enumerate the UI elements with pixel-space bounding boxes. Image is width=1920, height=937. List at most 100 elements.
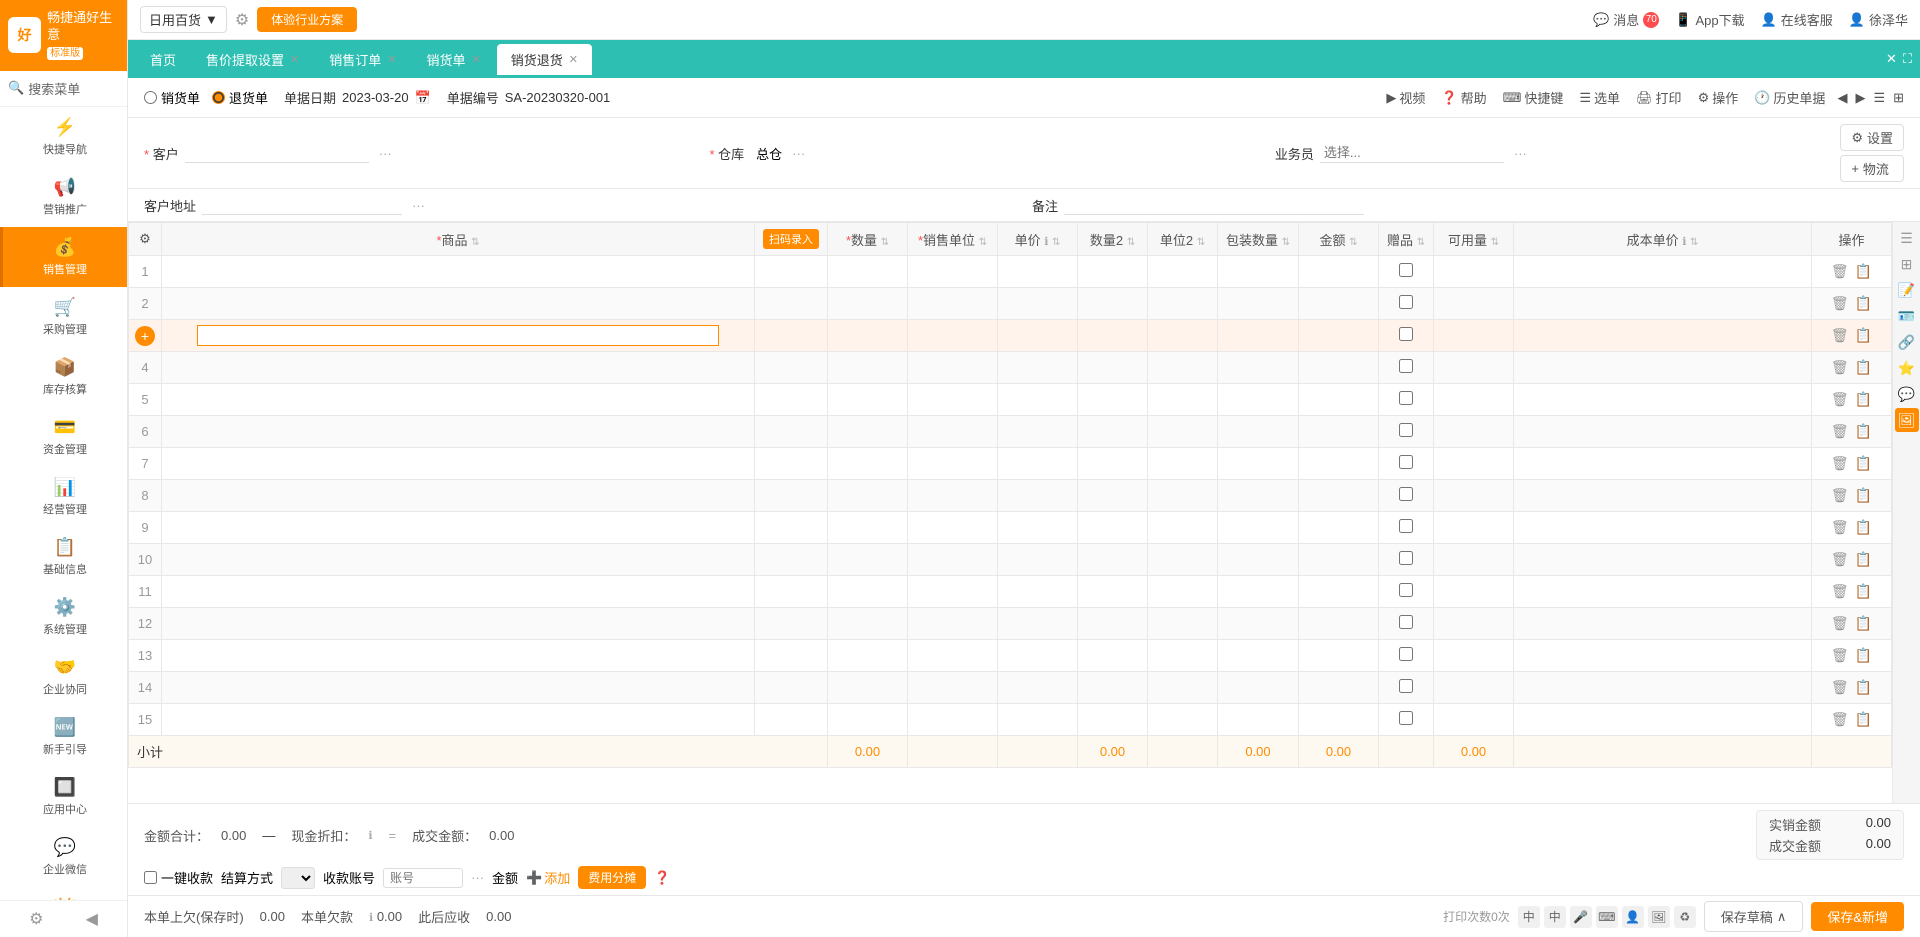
delete-icon-11[interactable]: 🗑 [1831, 583, 1849, 600]
radio-return[interactable]: 退货单 [212, 88, 268, 107]
gift-checkbox-15[interactable] [1399, 711, 1413, 725]
remark-input[interactable] [1064, 195, 1364, 215]
gift-checkbox-7[interactable] [1399, 455, 1413, 469]
select-btn[interactable]: ☰ 选单 [1575, 86, 1624, 109]
settings-side-btn[interactable]: ⚙ 设置 [1840, 124, 1904, 151]
view-list-icon[interactable]: ☰ [1873, 90, 1885, 106]
right-panel-id-icon[interactable]: 🪪 [1895, 304, 1919, 328]
tab-window-close-icon[interactable]: ✕ [1886, 51, 1897, 67]
video-btn[interactable]: ▶ 视频 [1382, 86, 1429, 109]
gift-checkbox-11[interactable] [1399, 583, 1413, 597]
toolbar-icon-4[interactable]: ⌨ [1596, 906, 1618, 928]
delete-icon-4[interactable]: 🗑 [1831, 359, 1849, 376]
account-dots-btn[interactable]: ··· [471, 870, 484, 885]
experience-btn[interactable]: 体验行业方案 [257, 7, 357, 32]
industry-selector[interactable]: 日用百货 ▼ [140, 6, 227, 33]
history-btn[interactable]: 🕐 历史单据 [1750, 86, 1829, 109]
col-qty2-sort[interactable]: ⇅ [1127, 237, 1135, 248]
warehouse-dots-btn[interactable]: ··· [792, 146, 805, 161]
fee-split-help-icon[interactable]: ❓ [654, 870, 670, 886]
copy-icon-10[interactable]: 📋 [1855, 551, 1872, 568]
sidebar-item-member[interactable]: 👑 畅会员 [0, 887, 127, 900]
delete-icon-8[interactable]: 🗑 [1831, 487, 1849, 504]
address-dots-btn[interactable]: ··· [412, 198, 425, 213]
sidebar-item-basic-info[interactable]: 📋 基础信息 [0, 527, 127, 587]
one-key-cashier-checkbox[interactable] [144, 871, 157, 884]
copy-icon-3[interactable]: 📋 [1855, 327, 1872, 344]
sidebar-item-operations[interactable]: 📊 经营管理 [0, 467, 127, 527]
tab-sales[interactable]: 销货单 ✕ [412, 44, 494, 75]
right-panel-grid-icon[interactable]: ⊞ [1895, 252, 1919, 276]
search-menu-item[interactable]: 🔍 搜索菜单 [0, 71, 127, 107]
sidebar-item-wechat[interactable]: 💬 企业微信 [0, 827, 127, 887]
col-quantity-sort[interactable]: ⇅ [881, 237, 889, 248]
tab-sales-return[interactable]: 销货退货 ✕ [497, 44, 592, 75]
unit-price-info-icon[interactable]: ℹ [1044, 236, 1048, 248]
copy-icon-1[interactable]: 📋 [1855, 263, 1872, 280]
online-service-item[interactable]: 👤 在线客服 [1761, 10, 1833, 29]
sidebar-settings-btn[interactable]: ⚙ [29, 909, 43, 929]
help-btn[interactable]: ❓ 帮助 [1437, 86, 1490, 109]
delete-icon-1[interactable]: 🗑 [1831, 263, 1849, 280]
sidebar-item-guide[interactable]: 🆕 新手引导 [0, 707, 127, 767]
topbar-gear-icon[interactable]: ⚙ [235, 10, 249, 30]
col-unit2-sort[interactable]: ⇅ [1197, 237, 1205, 248]
save-new-btn[interactable]: 保存&新增 [1811, 902, 1904, 931]
col-pkg-qty-sort[interactable]: ⇅ [1282, 237, 1290, 248]
history-next-icon[interactable]: ▶ [1855, 90, 1865, 106]
right-panel-note-icon[interactable]: 📝 [1895, 278, 1919, 302]
copy-icon-11[interactable]: 📋 [1855, 583, 1872, 600]
sidebar-item-finance[interactable]: 💳 资金管理 [0, 407, 127, 467]
col-gift-sort[interactable]: ⇅ [1417, 237, 1425, 248]
copy-icon-14[interactable]: 📋 [1855, 679, 1872, 696]
sidebar-item-marketing[interactable]: 📢 营销推广 [0, 167, 127, 227]
copy-icon-7[interactable]: 📋 [1855, 455, 1872, 472]
copy-icon-15[interactable]: 📋 [1855, 711, 1872, 728]
right-panel-chat-icon[interactable]: 💬 [1895, 382, 1919, 406]
calendar-icon[interactable]: 📅 [415, 90, 431, 106]
sidebar-item-quick-nav[interactable]: ⚡ 快捷导航 [0, 107, 127, 167]
gift-checkbox-14[interactable] [1399, 679, 1413, 693]
tab-close-price-extract[interactable]: ✕ [290, 53, 299, 66]
address-input[interactable] [202, 195, 402, 215]
col-sales-unit-sort[interactable]: ⇅ [979, 237, 987, 248]
copy-icon-13[interactable]: 📋 [1855, 647, 1872, 664]
sidebar-item-sales[interactable]: 💰 销售管理 [0, 227, 127, 287]
discount-info-icon[interactable]: ℹ [368, 829, 372, 842]
col-product-sort[interactable]: ⇅ [471, 237, 479, 248]
copy-icon-9[interactable]: 📋 [1855, 519, 1872, 536]
gift-checkbox-1[interactable] [1399, 263, 1413, 277]
add-row-btn[interactable]: + [135, 326, 155, 346]
customer-input[interactable] [185, 143, 369, 163]
delete-icon-5[interactable]: 🗑 [1831, 391, 1849, 408]
calc-method-select[interactable] [281, 867, 315, 889]
logistics-side-btn[interactable]: + 物流 [1840, 155, 1904, 182]
cost-price-info-icon[interactable]: ℹ [1682, 236, 1686, 248]
copy-icon-8[interactable]: 📋 [1855, 487, 1872, 504]
notification-item[interactable]: 💬 消息 70 [1593, 10, 1659, 29]
gift-checkbox-4[interactable] [1399, 359, 1413, 373]
gift-checkbox-5[interactable] [1399, 391, 1413, 405]
sidebar-collapse-btn[interactable]: ◀ [86, 909, 98, 929]
customer-dots-btn[interactable]: ··· [379, 146, 392, 161]
right-panel-link-icon[interactable]: 🔗 [1895, 330, 1919, 354]
copy-icon-4[interactable]: 📋 [1855, 359, 1872, 376]
shortcut-btn[interactable]: ⌨ 快捷键 [1499, 86, 1568, 109]
fee-split-btn[interactable]: 费用分摊 [578, 866, 646, 889]
delete-icon-13[interactable]: 🗑 [1831, 647, 1849, 664]
toolbar-icon-6[interactable]: 🖼 [1648, 906, 1670, 928]
radio-sales[interactable]: 销货单 [144, 88, 200, 107]
tab-sales-order[interactable]: 销售订单 ✕ [315, 44, 410, 75]
gift-checkbox-8[interactable] [1399, 487, 1413, 501]
gift-checkbox-3[interactable] [1399, 327, 1413, 341]
one-key-cashier-label[interactable]: 一键收款 [144, 868, 213, 887]
sidebar-item-inventory[interactable]: 📦 库存核算 [0, 347, 127, 407]
tab-expand-icon[interactable]: ⛶ [1903, 51, 1912, 67]
scan-btn[interactable]: 扫码录入 [763, 229, 819, 249]
toolbar-icon-3[interactable]: 🎤 [1570, 906, 1592, 928]
sidebar-item-enterprise[interactable]: 🤝 企业协同 [0, 647, 127, 707]
delete-icon-12[interactable]: 🗑 [1831, 615, 1849, 632]
gift-checkbox-2[interactable] [1399, 295, 1413, 309]
toolbar-icon-1[interactable]: 中 [1518, 906, 1540, 928]
gift-checkbox-6[interactable] [1399, 423, 1413, 437]
